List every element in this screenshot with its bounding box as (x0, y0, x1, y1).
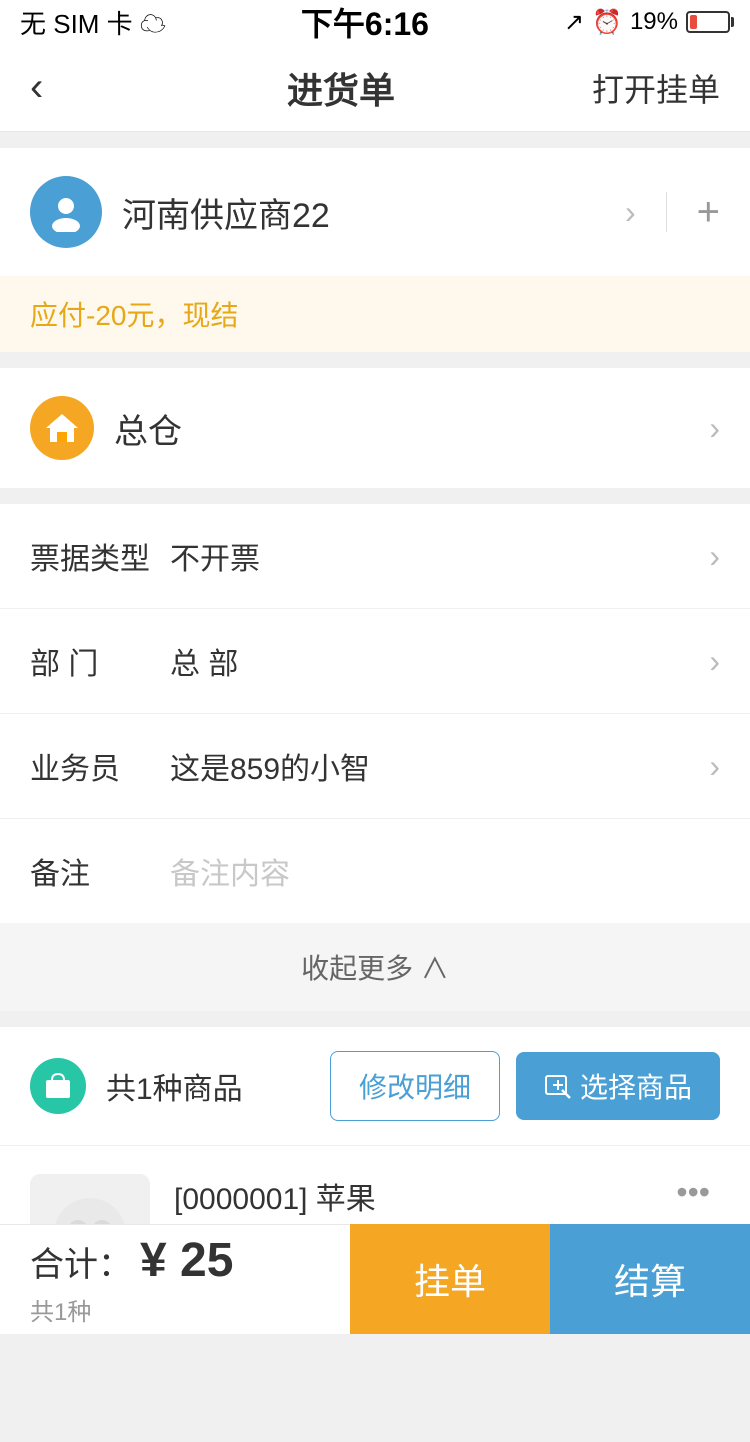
add-supplier-button[interactable]: + (697, 190, 720, 235)
products-header: 共1种商品 修改明细 选择商品 (0, 1027, 750, 1146)
status-right: ↗ ⏰ 19% (564, 8, 730, 37)
divider (666, 192, 667, 232)
remark-input[interactable]: 备注内容 (160, 849, 720, 893)
products-count: 共1种商品 (106, 1064, 330, 1108)
nav-bar: ‹ 进货单 打开挂单 (0, 44, 750, 132)
remark-row[interactable]: 备注 备注内容 (0, 819, 750, 923)
ticket-type-value: 不开票 (160, 534, 709, 578)
warehouse-section[interactable]: 总仓 › (0, 368, 750, 488)
warehouse-icon (30, 396, 94, 460)
total-main: 合计： ¥ 25 (30, 1233, 320, 1288)
chevron-right-icon: › (709, 410, 720, 447)
location-icon: ↗ (564, 8, 584, 37)
checkout-button[interactable]: 结算 (550, 1224, 750, 1334)
page-title: 进货单 (287, 62, 395, 114)
remark-label: 备注 (30, 849, 160, 893)
supplier-actions: › + (625, 190, 720, 235)
bottom-bar: 合计： ¥ 25 共1种 挂单 结算 (0, 1224, 750, 1334)
chevron-right-icon: › (709, 748, 720, 785)
status-bar: 无 SIM 卡 ☁ 下午6:16 ↗ ⏰ 19% (0, 0, 750, 44)
department-value: 总 部 (160, 639, 709, 683)
status-time: 下午6:16 (301, 0, 429, 45)
warehouse-name: 总仓 (114, 404, 709, 453)
salesperson-row[interactable]: 业务员 这是859的小智 › (0, 714, 750, 819)
chevron-right-icon: › (625, 194, 636, 231)
battery-icon (686, 11, 730, 33)
salesperson-value: 这是859的小智 (160, 744, 709, 788)
hang-button[interactable]: 挂单 (350, 1224, 550, 1334)
supplier-name: 河南供应商22 (122, 188, 625, 237)
back-button[interactable]: ‹ (30, 65, 90, 110)
department-row[interactable]: 部 门 总 部 › (0, 609, 750, 714)
total-sub: 共1种 (30, 1292, 320, 1327)
ticket-type-label: 票据类型 (30, 534, 160, 578)
department-label: 部 门 (30, 639, 160, 683)
select-product-button[interactable]: 选择商品 (516, 1052, 720, 1120)
product-name: [0000001] 苹果 (174, 1174, 666, 1218)
sim-signal: 无 SIM 卡 ☁ (20, 4, 166, 41)
collapse-bar[interactable]: 收起更多 ∧ (0, 923, 750, 1011)
total-label: 合计： (30, 1237, 132, 1286)
chevron-right-icon: › (709, 643, 720, 680)
status-left: 无 SIM 卡 ☁ (20, 4, 166, 41)
battery-percent: 19% (630, 8, 678, 36)
ticket-type-row[interactable]: 票据类型 不开票 › (0, 504, 750, 609)
alarm-icon: ⏰ (592, 8, 622, 37)
salesperson-label: 业务员 (30, 744, 160, 788)
total-amount: ¥ 25 (140, 1233, 233, 1288)
open-hang-button[interactable]: 打开挂单 (592, 65, 720, 111)
edit-detail-button[interactable]: 修改明细 (330, 1051, 500, 1121)
total-area: 合计： ¥ 25 共1种 (0, 1224, 350, 1334)
select-product-label: 选择商品 (580, 1066, 692, 1106)
supplier-notice: 应付-20元，现结 (0, 276, 750, 352)
chevron-right-icon: › (709, 538, 720, 575)
supplier-avatar (30, 176, 102, 248)
supplier-row[interactable]: 河南供应商22 › + (0, 148, 750, 276)
form-section: 票据类型 不开票 › 部 门 总 部 › 业务员 这是859的小智 › 备注 备… (0, 504, 750, 923)
products-icon (30, 1058, 86, 1114)
collapse-label: 收起更多 ∧ (301, 953, 449, 984)
product-more-button[interactable]: ••• (666, 1174, 720, 1211)
supplier-section: 河南供应商22 › + 应付-20元，现结 (0, 148, 750, 352)
